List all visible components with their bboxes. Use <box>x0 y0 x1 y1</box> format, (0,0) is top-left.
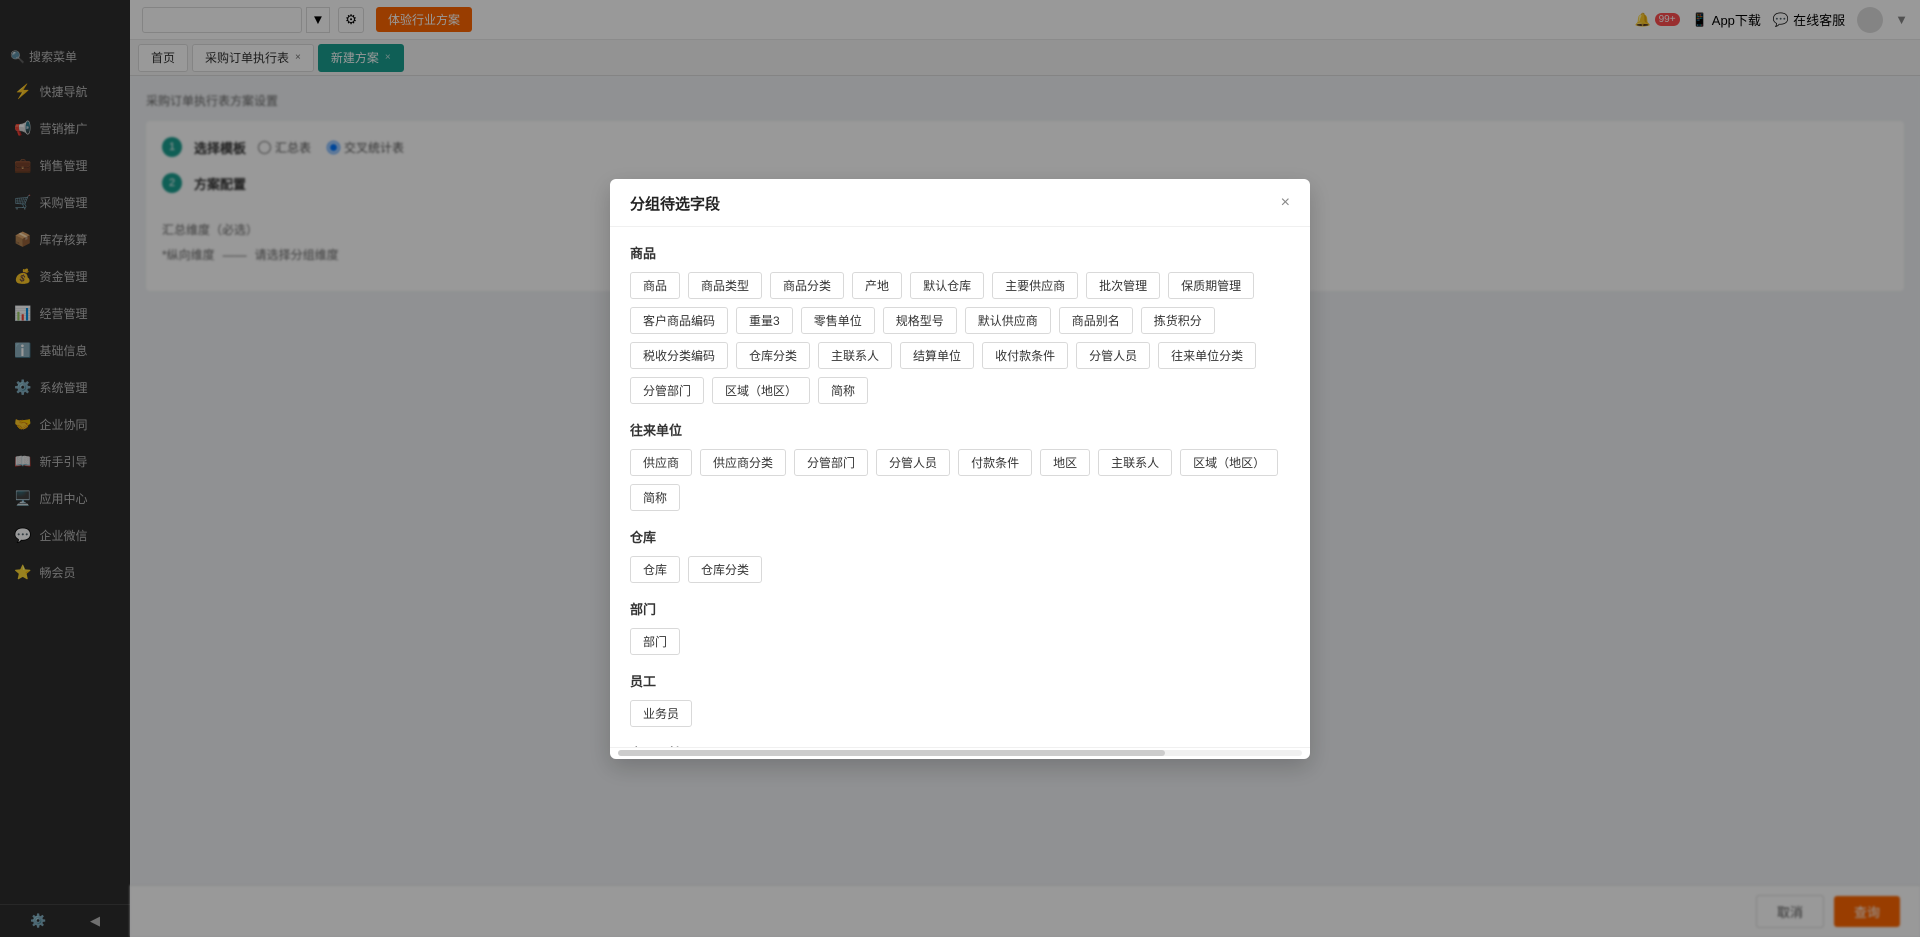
field-tag-product-5[interactable]: 主要供应商 <box>992 272 1078 299</box>
field-tag-product-23[interactable]: 区域（地区） <box>712 377 810 404</box>
field-tag-product-12[interactable]: 默认供应商 <box>965 307 1051 334</box>
section-title-department: 部门 <box>630 599 1290 618</box>
field-tag-product-4[interactable]: 默认仓库 <box>910 272 984 299</box>
field-tag-product-2[interactable]: 商品分类 <box>770 272 844 299</box>
field-tag-partner-0[interactable]: 供应商 <box>630 449 692 476</box>
field-tag-product-10[interactable]: 零售单位 <box>801 307 875 334</box>
field-tag-product-8[interactable]: 客户商品编码 <box>630 307 728 334</box>
field-tag-product-6[interactable]: 批次管理 <box>1086 272 1160 299</box>
field-tag-partner-5[interactable]: 地区 <box>1040 449 1090 476</box>
field-grid-employee: 业务员 <box>630 700 1290 727</box>
field-grid-department: 部门 <box>630 628 1290 655</box>
field-tag-department-0[interactable]: 部门 <box>630 628 680 655</box>
field-tag-product-11[interactable]: 规格型号 <box>883 307 957 334</box>
modal-title: 分组待选字段 <box>630 193 720 214</box>
section-title-product: 商品 <box>630 243 1290 262</box>
field-tag-product-3[interactable]: 产地 <box>852 272 902 299</box>
field-tag-partner-8[interactable]: 简称 <box>630 484 680 511</box>
section-title-warehouse: 仓库 <box>630 527 1290 546</box>
field-tag-product-15[interactable]: 税收分类编码 <box>630 342 728 369</box>
field-grid-partner: 供应商 供应商分类 分管部门 分管人员 付款条件 地区 主联系人 区域（地区） … <box>630 449 1290 511</box>
section-title-employee: 员工 <box>630 671 1290 690</box>
field-tag-product-16[interactable]: 仓库分类 <box>736 342 810 369</box>
field-tag-product-22[interactable]: 分管部门 <box>630 377 704 404</box>
field-tag-product-13[interactable]: 商品别名 <box>1059 307 1133 334</box>
field-tag-product-21[interactable]: 往来单位分类 <box>1158 342 1256 369</box>
field-tag-warehouse-1[interactable]: 仓库分类 <box>688 556 762 583</box>
field-grid-warehouse: 仓库 仓库分类 <box>630 556 1290 583</box>
section-title-partner: 往来单位 <box>630 420 1290 439</box>
field-tag-partner-4[interactable]: 付款条件 <box>958 449 1032 476</box>
modal-body[interactable]: 商品 商品 商品类型 商品分类 产地 默认仓库 主要供应商 批次管理 保质期管理… <box>610 227 1310 747</box>
field-tag-partner-6[interactable]: 主联系人 <box>1098 449 1172 476</box>
field-tag-product-18[interactable]: 结算单位 <box>900 342 974 369</box>
field-tag-product-9[interactable]: 重量3 <box>736 307 793 334</box>
field-tag-product-14[interactable]: 拣货积分 <box>1141 307 1215 334</box>
modal-close-button[interactable]: × <box>1281 194 1290 212</box>
modal-dialog: 分组待选字段 × 商品 商品 商品类型 商品分类 产地 默认仓库 主要供应商 批… <box>610 179 1310 759</box>
field-tag-partner-3[interactable]: 分管人员 <box>876 449 950 476</box>
field-grid-product: 商品 商品类型 商品分类 产地 默认仓库 主要供应商 批次管理 保质期管理 客户… <box>630 272 1290 404</box>
field-tag-partner-7[interactable]: 区域（地区） <box>1180 449 1278 476</box>
modal-header: 分组待选字段 × <box>610 179 1310 227</box>
field-tag-product-17[interactable]: 主联系人 <box>818 342 892 369</box>
field-tag-product-19[interactable]: 收付款条件 <box>982 342 1068 369</box>
field-tag-product-7[interactable]: 保质期管理 <box>1168 272 1254 299</box>
field-tag-employee-0[interactable]: 业务员 <box>630 700 692 727</box>
modal-overlay: 分组待选字段 × 商品 商品 商品类型 商品分类 产地 默认仓库 主要供应商 批… <box>0 0 1920 937</box>
field-tag-partner-2[interactable]: 分管部门 <box>794 449 868 476</box>
field-tag-product-0[interactable]: 商品 <box>630 272 680 299</box>
field-tag-partner-1[interactable]: 供应商分类 <box>700 449 786 476</box>
field-tag-product-20[interactable]: 分管人员 <box>1076 342 1150 369</box>
field-tag-warehouse-0[interactable]: 仓库 <box>630 556 680 583</box>
field-tag-product-1[interactable]: 商品类型 <box>688 272 762 299</box>
field-tag-product-24[interactable]: 简称 <box>818 377 868 404</box>
